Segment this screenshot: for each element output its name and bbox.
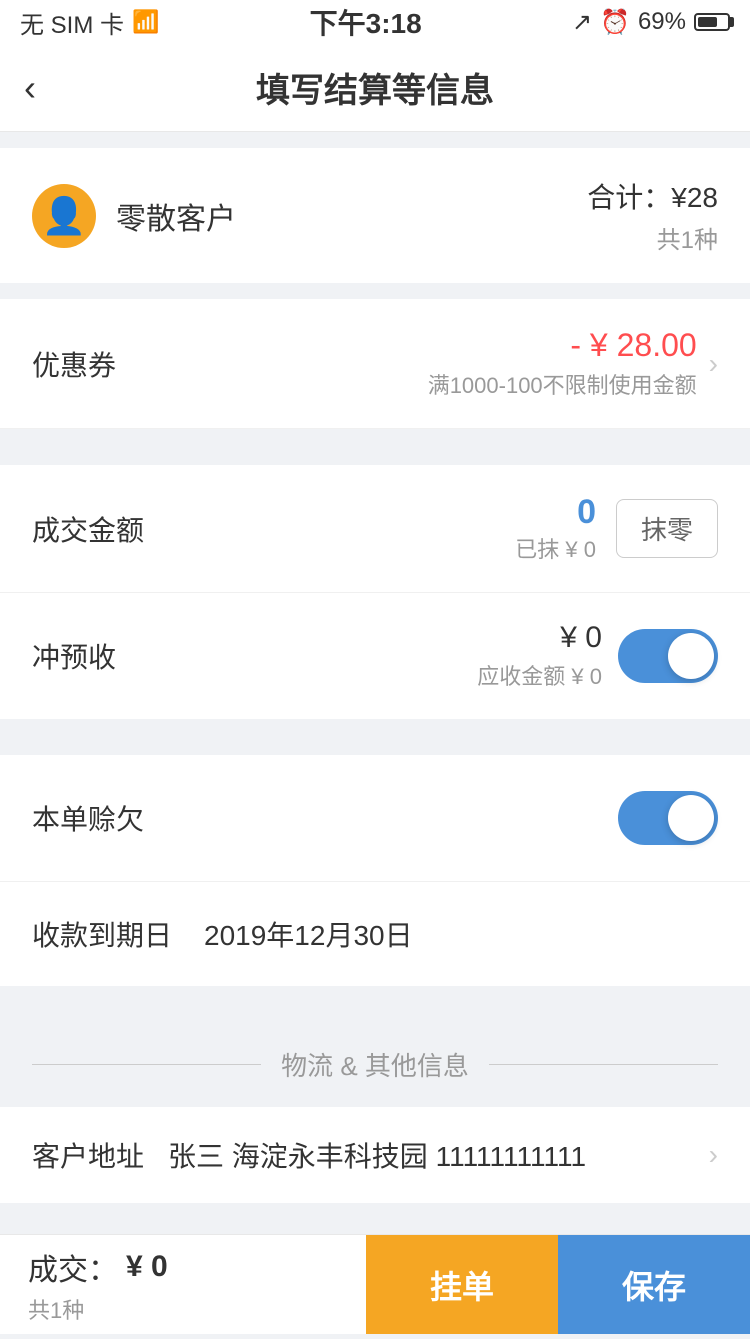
customer-left: 👤 零散客户 bbox=[32, 184, 236, 248]
bottom-summary-amount: 成交： ¥ 0 bbox=[28, 1245, 338, 1289]
coupon-chevron-icon: › bbox=[709, 348, 718, 380]
coupon-section: 优惠券 - ¥ 28.00 满1000-100不限制使用金额 › bbox=[0, 299, 750, 429]
nav-bar: ‹ 填写结算等信息 bbox=[0, 44, 750, 132]
customer-count: 共1种 bbox=[587, 220, 718, 255]
coupon-desc: 满1000-100不限制使用金额 bbox=[428, 368, 697, 400]
address-value: 张三 海淀永丰科技园 11111111111 bbox=[168, 1135, 701, 1175]
debt-label: 本单赊欠 bbox=[32, 798, 144, 838]
transaction-section: 成交金额 0 已抹 ¥ 0 抹零 冲预收 ¥ 0 应收金额 ¥ 0 bbox=[0, 465, 750, 719]
amount-right: 0 已抹 ¥ 0 抹零 bbox=[515, 493, 718, 564]
summary-amount: ¥ 0 bbox=[126, 1250, 168, 1284]
prepay-right: ¥ 0 应收金额 ¥ 0 bbox=[477, 621, 718, 691]
prepay-info: ¥ 0 应收金额 ¥ 0 bbox=[477, 621, 602, 691]
battery-fill bbox=[698, 17, 717, 27]
save-button[interactable]: 保存 bbox=[558, 1235, 750, 1334]
amount-label: 成交金额 bbox=[32, 509, 144, 549]
divider-2 bbox=[0, 735, 750, 755]
customer-avatar: 👤 bbox=[32, 184, 96, 248]
amount-value: 0 bbox=[515, 493, 596, 532]
debt-section: 本单赊欠 收款到期日 2019年12月30日 bbox=[0, 755, 750, 986]
logistics-line-right bbox=[489, 1064, 718, 1065]
customer-total: 合计：¥28 bbox=[587, 176, 718, 216]
status-bar: 无 SIM 卡 📶 下午3:18 ↗ ⏰ 69% bbox=[0, 0, 750, 44]
back-button[interactable]: ‹ bbox=[24, 67, 36, 109]
wifi-icon: 📶 bbox=[132, 9, 159, 35]
status-time: 下午3:18 bbox=[310, 2, 422, 42]
summary-count: 共1种 bbox=[28, 1293, 338, 1325]
bottom-bar: 成交： ¥ 0 共1种 挂单 保存 bbox=[0, 1234, 750, 1334]
summary-label: 成交： bbox=[28, 1245, 118, 1289]
address-section: 客户地址 张三 海淀永丰科技园 11111111111 › bbox=[0, 1107, 750, 1203]
duedate-row[interactable]: 收款到期日 2019年12月30日 bbox=[0, 882, 750, 986]
status-left: 无 SIM 卡 📶 bbox=[20, 5, 159, 40]
avatar-icon: 👤 bbox=[42, 195, 87, 237]
bottom-summary: 成交： ¥ 0 共1种 bbox=[0, 1245, 366, 1325]
customer-row: 👤 零散客户 合计：¥28 共1种 bbox=[0, 148, 750, 283]
carrier-label: 无 SIM 卡 bbox=[20, 5, 124, 40]
address-chevron-icon: › bbox=[709, 1139, 718, 1171]
debt-row: 本单赊欠 bbox=[0, 755, 750, 882]
duedate-value: 2019年12月30日 bbox=[204, 914, 413, 954]
nav-title: 填写结算等信息 bbox=[256, 63, 494, 112]
amount-value-wrap: 0 已抹 ¥ 0 bbox=[515, 493, 596, 564]
battery-bar bbox=[694, 13, 730, 31]
prepay-receivable: 应收金额 ¥ 0 bbox=[477, 659, 602, 691]
duedate-label: 收款到期日 bbox=[32, 914, 172, 954]
logistics-header: 物流 & 其他信息 bbox=[0, 1022, 750, 1107]
status-right: ↗ ⏰ 69% bbox=[572, 8, 730, 37]
alarm-icon: ⏰ bbox=[600, 8, 630, 37]
prepay-row: 冲预收 ¥ 0 应收金额 ¥ 0 bbox=[0, 593, 750, 719]
logistics-line-left bbox=[32, 1064, 261, 1065]
customer-section: 👤 零散客户 合计：¥28 共1种 bbox=[0, 148, 750, 283]
coupon-amount: - ¥ 28.00 bbox=[428, 327, 697, 364]
amount-rounded: 已抹 ¥ 0 bbox=[515, 532, 596, 564]
divider-3 bbox=[0, 1002, 750, 1022]
round-button[interactable]: 抹零 bbox=[616, 499, 718, 558]
battery-label: 69% bbox=[638, 8, 686, 36]
pending-button[interactable]: 挂单 bbox=[366, 1235, 558, 1334]
amount-row: 成交金额 0 已抹 ¥ 0 抹零 bbox=[0, 465, 750, 593]
address-row[interactable]: 客户地址 张三 海淀永丰科技园 11111111111 › bbox=[0, 1107, 750, 1203]
coupon-right: - ¥ 28.00 满1000-100不限制使用金额 › bbox=[428, 327, 718, 400]
coupon-row[interactable]: 优惠券 - ¥ 28.00 满1000-100不限制使用金额 › bbox=[0, 299, 750, 429]
prepay-toggle[interactable] bbox=[618, 629, 718, 683]
location-icon: ↗ bbox=[572, 8, 592, 37]
divider-1 bbox=[0, 445, 750, 465]
coupon-info: - ¥ 28.00 满1000-100不限制使用金额 bbox=[428, 327, 697, 400]
customer-right: 合计：¥28 共1种 bbox=[587, 176, 718, 255]
logistics-title: 物流 & 其他信息 bbox=[261, 1046, 489, 1083]
toggle-knob bbox=[668, 633, 714, 679]
prepay-label: 冲预收 bbox=[32, 636, 116, 676]
customer-name: 零散客户 bbox=[116, 194, 236, 238]
debt-toggle-knob bbox=[668, 795, 714, 841]
debt-toggle[interactable] bbox=[618, 791, 718, 845]
address-label: 客户地址 bbox=[32, 1135, 144, 1175]
coupon-label: 优惠券 bbox=[32, 344, 116, 384]
prepay-amount: ¥ 0 bbox=[477, 621, 602, 655]
